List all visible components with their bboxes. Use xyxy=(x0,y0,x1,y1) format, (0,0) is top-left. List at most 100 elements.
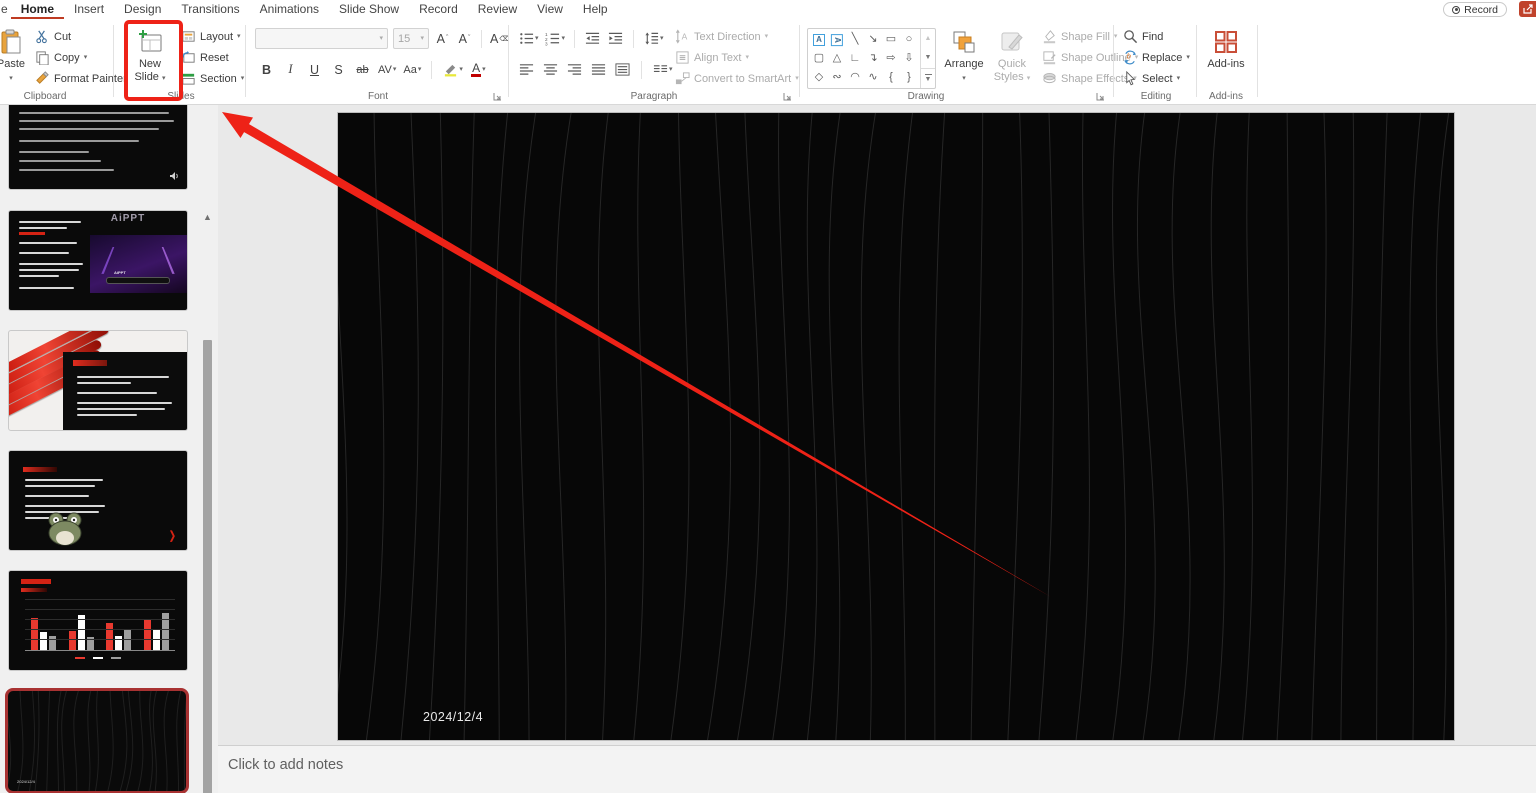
vertical-text-box-icon[interactable]: A xyxy=(831,33,843,46)
thumbnails-scrollbar[interactable]: ▲ xyxy=(202,210,213,793)
bullets-button[interactable]: ▾ xyxy=(518,29,539,48)
right-brace-shape-icon[interactable]: } xyxy=(907,72,911,83)
select-button[interactable]: Select ▾ xyxy=(1122,68,1190,89)
shrink-font-button[interactable]: Aˇ xyxy=(456,29,473,48)
find-label: Find xyxy=(1142,30,1164,43)
clear-formatting-button[interactable]: A ⌫ xyxy=(490,29,509,48)
smartart-icon xyxy=(674,71,690,87)
line-spacing-button[interactable]: ▾ xyxy=(643,29,664,48)
numbering-button[interactable]: 123 ▾ xyxy=(545,29,565,48)
align-left-button[interactable] xyxy=(518,60,535,79)
rectangle-shape-icon[interactable]: ▭ xyxy=(886,34,896,45)
align-text-label: Align Text xyxy=(694,51,742,64)
freeform-shape-icon[interactable]: ◇ xyxy=(815,72,823,83)
text-box-icon[interactable]: A xyxy=(813,33,825,46)
font-name-combo[interactable]: ▾ xyxy=(255,28,388,49)
select-label: Select xyxy=(1142,72,1173,85)
scrollbar-up-arrow[interactable]: ▲ xyxy=(203,212,212,222)
shapes-scroll-down-button[interactable]: ▼ xyxy=(921,48,935,67)
replace-button[interactable]: b Replace ▾ xyxy=(1122,47,1190,68)
highlight-color-button[interactable]: ▾ xyxy=(442,60,463,79)
tab-slide-show[interactable]: Slide Show xyxy=(329,0,409,19)
share-button[interactable] xyxy=(1519,1,1536,17)
elbow-connector-icon[interactable]: ∟ xyxy=(850,53,861,64)
section-button[interactable]: Section ▾ xyxy=(180,68,244,89)
columns-button[interactable]: ▾ xyxy=(652,60,673,79)
quick-styles-label-2: Styles xyxy=(993,71,1024,83)
left-brace-shape-icon[interactable]: { xyxy=(889,72,893,83)
addins-button[interactable]: Add-ins xyxy=(1203,25,1249,71)
slide-thumbnail-6-selected[interactable]: 2024/12/4 xyxy=(5,688,189,793)
current-slide-editing-surface[interactable]: 2024/12/4 xyxy=(338,113,1454,740)
find-button[interactable]: Find xyxy=(1122,26,1190,47)
slide-thumbnail-4[interactable]: ❭ xyxy=(8,450,188,551)
menu-bar: e Home Insert Design Transitions Animati… xyxy=(0,0,1536,19)
quick-styles-button[interactable]: Quick Styles ▾ xyxy=(989,25,1035,84)
triangle-shape-icon[interactable]: △ xyxy=(833,53,841,64)
slide-thumbnail-5[interactable] xyxy=(8,570,188,671)
align-text-button[interactable]: Align Text ▾ xyxy=(674,47,799,68)
slide-thumbnail-2[interactable]: AiPPT AiPPT xyxy=(8,210,188,311)
paste-button[interactable]: Paste ▾ xyxy=(0,25,30,84)
arrange-button[interactable]: Arrange ▾ xyxy=(941,25,987,84)
character-spacing-button[interactable]: AV ▾ xyxy=(378,60,396,79)
line-arrow-shape-icon[interactable]: ↘ xyxy=(868,34,877,45)
slide-date-text[interactable]: 2024/12/4 xyxy=(423,710,483,724)
tab-insert[interactable]: Insert xyxy=(64,0,114,19)
decrease-indent-button[interactable] xyxy=(584,29,601,48)
rounded-rectangle-shape-icon[interactable]: ▢ xyxy=(814,53,824,64)
right-arrow-shape-icon[interactable]: ⇨ xyxy=(886,53,895,64)
tab-review[interactable]: Review xyxy=(468,0,527,19)
line-shape-icon[interactable]: ╲ xyxy=(852,34,859,45)
layout-button[interactable]: Layout ▾ xyxy=(180,26,244,47)
strikethrough-button[interactable]: ab xyxy=(354,60,371,79)
text-shadow-button[interactable]: S xyxy=(330,60,347,79)
new-slide-chevron-icon: ▾ xyxy=(162,75,166,82)
italic-button[interactable]: I xyxy=(282,60,299,79)
slide-thumbnail-1[interactable] xyxy=(8,105,188,190)
oval-shape-icon[interactable]: ○ xyxy=(906,34,913,45)
increase-indent-icon xyxy=(608,31,624,47)
distribute-button[interactable] xyxy=(614,60,631,79)
reset-button[interactable]: Reset xyxy=(180,47,244,68)
tab-file[interactable]: e xyxy=(1,0,11,19)
scrollbar-thumb[interactable] xyxy=(203,340,212,793)
underline-button[interactable]: U xyxy=(306,60,323,79)
tab-record[interactable]: Record xyxy=(409,0,468,19)
drawing-dialog-launcher[interactable] xyxy=(1096,92,1105,101)
justify-button[interactable] xyxy=(590,60,607,79)
clipboard-group-label: Clipboard xyxy=(23,91,67,102)
arc-shape-icon[interactable]: ◠ xyxy=(850,72,860,83)
align-right-button[interactable] xyxy=(566,60,583,79)
font-dialog-launcher[interactable] xyxy=(493,92,502,101)
increase-indent-button[interactable] xyxy=(607,29,624,48)
tab-design[interactable]: Design xyxy=(114,0,171,19)
text-direction-button[interactable]: A Text Direction ▾ xyxy=(674,26,799,47)
layout-chevron-icon: ▾ xyxy=(237,33,241,40)
shapes-scroll-up-button[interactable]: ▲ xyxy=(921,29,935,48)
scribble-shape-icon[interactable]: ∾ xyxy=(832,72,841,83)
notes-placeholder[interactable]: Click to add notes xyxy=(228,757,343,773)
font-size-combo[interactable]: 15 ▾ xyxy=(393,28,429,49)
convert-smartart-button[interactable]: Convert to SmartArt ▾ xyxy=(674,68,799,89)
slide-thumbnail-3[interactable] xyxy=(8,330,188,431)
tab-home[interactable]: Home xyxy=(10,0,65,19)
tab-animations[interactable]: Animations xyxy=(250,0,329,19)
notes-pane[interactable]: Click to add notes xyxy=(218,745,1536,793)
tab-help[interactable]: Help xyxy=(573,0,618,19)
curve-shape-icon[interactable]: ∿ xyxy=(868,72,877,83)
font-color-chevron-icon: ▾ xyxy=(482,66,486,73)
shapes-more-button[interactable]: ▼ xyxy=(921,67,935,88)
record-button[interactable]: Record xyxy=(1443,2,1507,17)
tab-transitions[interactable]: Transitions xyxy=(171,0,249,19)
elbow-arrow-connector-icon[interactable]: ↴ xyxy=(868,53,877,64)
bold-button[interactable]: B xyxy=(258,60,275,79)
tab-view[interactable]: View xyxy=(527,0,573,19)
new-slide-button[interactable]: New Slide ▾ xyxy=(128,25,172,84)
align-center-button[interactable] xyxy=(542,60,559,79)
group-clipboard: Paste ▾ Cut Copy ▾ Format Painter Clipboa… xyxy=(0,19,127,104)
change-case-button[interactable]: Aa ▾ xyxy=(403,60,421,79)
grow-font-button[interactable]: Aˆ xyxy=(434,29,451,48)
font-color-button[interactable]: A ▾ xyxy=(470,60,487,79)
down-arrow-shape-icon[interactable]: ⇩ xyxy=(904,53,913,64)
